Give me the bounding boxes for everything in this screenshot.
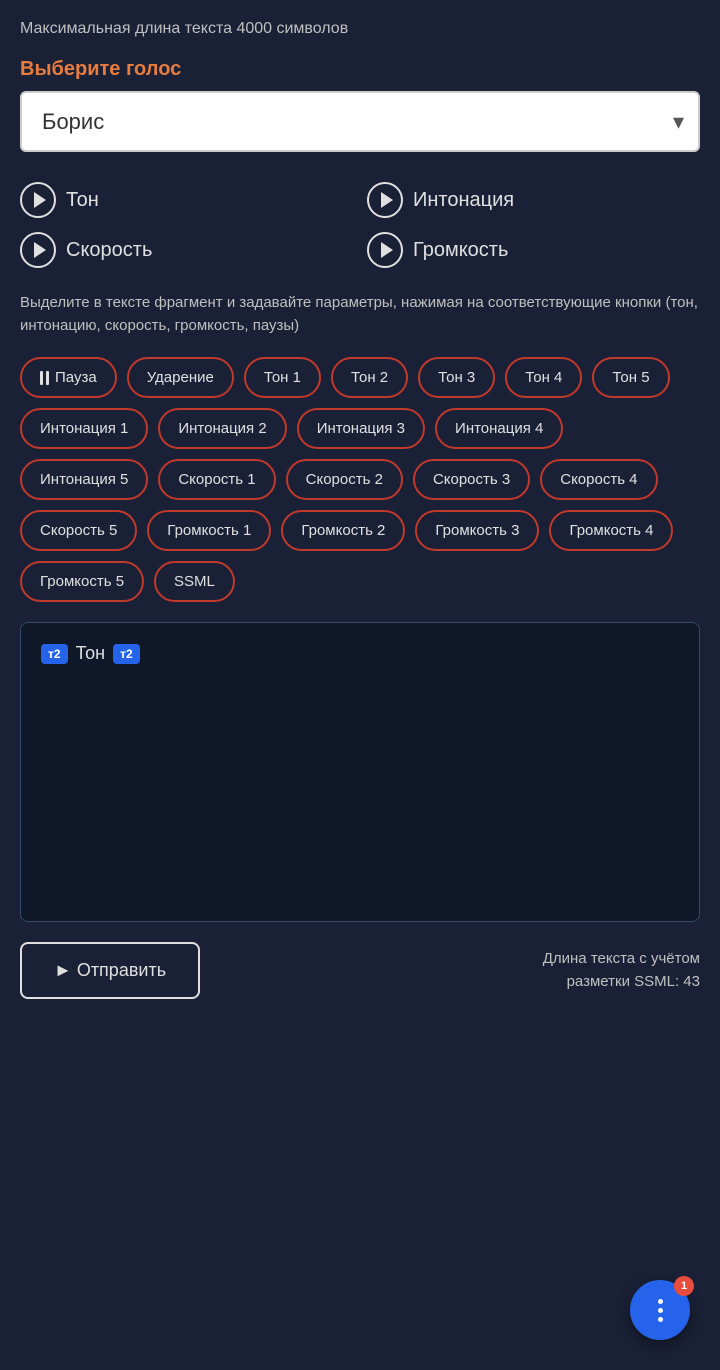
ssml-button[interactable]: SSML <box>154 561 235 602</box>
ton3-button[interactable]: Тон 3 <box>418 357 495 398</box>
speed3-label: Скорость 3 <box>433 471 510 488</box>
speed-play-icon[interactable] <box>20 232 56 268</box>
volume5-button[interactable]: Громкость 5 <box>20 561 144 602</box>
ton5-label: Тон 5 <box>612 369 649 386</box>
volume-control[interactable]: Громкость <box>367 232 700 268</box>
volume4-button[interactable]: Громкость 4 <box>549 510 673 551</box>
volume2-label: Громкость 2 <box>301 522 385 539</box>
intonation-control[interactable]: Интонация <box>367 182 700 218</box>
send-button[interactable]: ► Отправить <box>20 942 200 999</box>
intonation2-button[interactable]: Интонация 2 <box>158 408 286 449</box>
speed1-button[interactable]: Скорость 1 <box>158 459 275 500</box>
controls-grid: Тон Интонация Скорость Громкость <box>20 182 700 268</box>
ton-label: Тон <box>66 189 99 212</box>
send-button-label: ► Отправить <box>54 960 166 981</box>
text-word: Тон <box>76 643 106 664</box>
ton2-button[interactable]: Тон 2 <box>331 357 408 398</box>
ton3-label: Тон 3 <box>438 369 475 386</box>
ton-control[interactable]: Тон <box>20 182 353 218</box>
ton4-label: Тон 4 <box>525 369 562 386</box>
speed5-button[interactable]: Скорость 5 <box>20 510 137 551</box>
voice-select[interactable]: Борис Алиса Михаил Елена <box>20 91 700 152</box>
pause-icon <box>40 371 49 385</box>
text-editor-area[interactable]: т2 Тон т2 <box>20 622 700 922</box>
speed4-label: Скорость 4 <box>560 471 637 488</box>
char-count: Длина текста с учётом разметки SSML: 43 <box>543 948 700 993</box>
fab-dots-icon <box>658 1299 663 1322</box>
volume1-button[interactable]: Громкость 1 <box>147 510 271 551</box>
volume4-label: Громкость 4 <box>569 522 653 539</box>
accent-label: Ударение <box>147 369 214 386</box>
ton5-button[interactable]: Тон 5 <box>592 357 669 398</box>
speed3-button[interactable]: Скорость 3 <box>413 459 530 500</box>
fab-button[interactable]: 1 <box>630 1280 690 1340</box>
intonation1-button[interactable]: Интонация 1 <box>20 408 148 449</box>
speed-label: Скорость <box>66 239 152 262</box>
hint-text: Выделите в тексте фрагмент и задавайте п… <box>20 292 700 337</box>
ton4-button[interactable]: Тон 4 <box>505 357 582 398</box>
volume-label: Громкость <box>413 239 508 262</box>
intonation4-label: Интонация 4 <box>455 420 543 437</box>
intonation2-label: Интонация 2 <box>178 420 266 437</box>
ton-play-icon[interactable] <box>20 182 56 218</box>
speed1-label: Скорость 1 <box>178 471 255 488</box>
pause-button[interactable]: Пауза <box>20 357 117 398</box>
bottom-bar: ► Отправить Длина текста с учётом размет… <box>20 942 700 999</box>
speed4-button[interactable]: Скорость 4 <box>540 459 657 500</box>
intonation1-label: Интонация 1 <box>40 420 128 437</box>
speed5-label: Скорость 5 <box>40 522 117 539</box>
ton1-button[interactable]: Тон 1 <box>244 357 321 398</box>
ssml-label: SSML <box>174 573 215 590</box>
volume3-button[interactable]: Громкость 3 <box>415 510 539 551</box>
voice-select-label: Выберите голос <box>20 58 700 81</box>
voice-select-wrapper: Борис Алиса Михаил Елена ▾ <box>20 91 700 152</box>
text-content: т2 Тон т2 <box>41 643 679 664</box>
intonation-label: Интонация <box>413 189 514 212</box>
intonation3-label: Интонация 3 <box>317 420 405 437</box>
volume-play-icon[interactable] <box>367 232 403 268</box>
volume2-button[interactable]: Громкость 2 <box>281 510 405 551</box>
speed2-label: Скорость 2 <box>306 471 383 488</box>
intonation5-button[interactable]: Интонация 5 <box>20 459 148 500</box>
char-count-line1: Длина текста с учётом <box>543 950 700 967</box>
speed2-button[interactable]: Скорость 2 <box>286 459 403 500</box>
intonation-play-icon[interactable] <box>367 182 403 218</box>
max-length-notice: Максимальная длина текста 4000 символов <box>20 20 700 38</box>
volume5-label: Громкость 5 <box>40 573 124 590</box>
pause-button-label: Пауза <box>55 369 97 386</box>
accent-button[interactable]: Ударение <box>127 357 234 398</box>
volume1-label: Громкость 1 <box>167 522 251 539</box>
intonation5-label: Интонация 5 <box>40 471 128 488</box>
tag-badge-open: т2 <box>41 644 68 664</box>
markup-buttons-section: Пауза Ударение Тон 1 Тон 2 Тон 3 Тон 4 Т… <box>20 357 700 602</box>
char-count-line2: разметки SSML: 43 <box>567 973 700 990</box>
speed-control[interactable]: Скорость <box>20 232 353 268</box>
fab-badge: 1 <box>674 1276 694 1296</box>
intonation3-button[interactable]: Интонация 3 <box>297 408 425 449</box>
ton1-label: Тон 1 <box>264 369 301 386</box>
intonation4-button[interactable]: Интонация 4 <box>435 408 563 449</box>
tag-badge-close: т2 <box>113 644 140 664</box>
volume3-label: Громкость 3 <box>435 522 519 539</box>
ton2-label: Тон 2 <box>351 369 388 386</box>
